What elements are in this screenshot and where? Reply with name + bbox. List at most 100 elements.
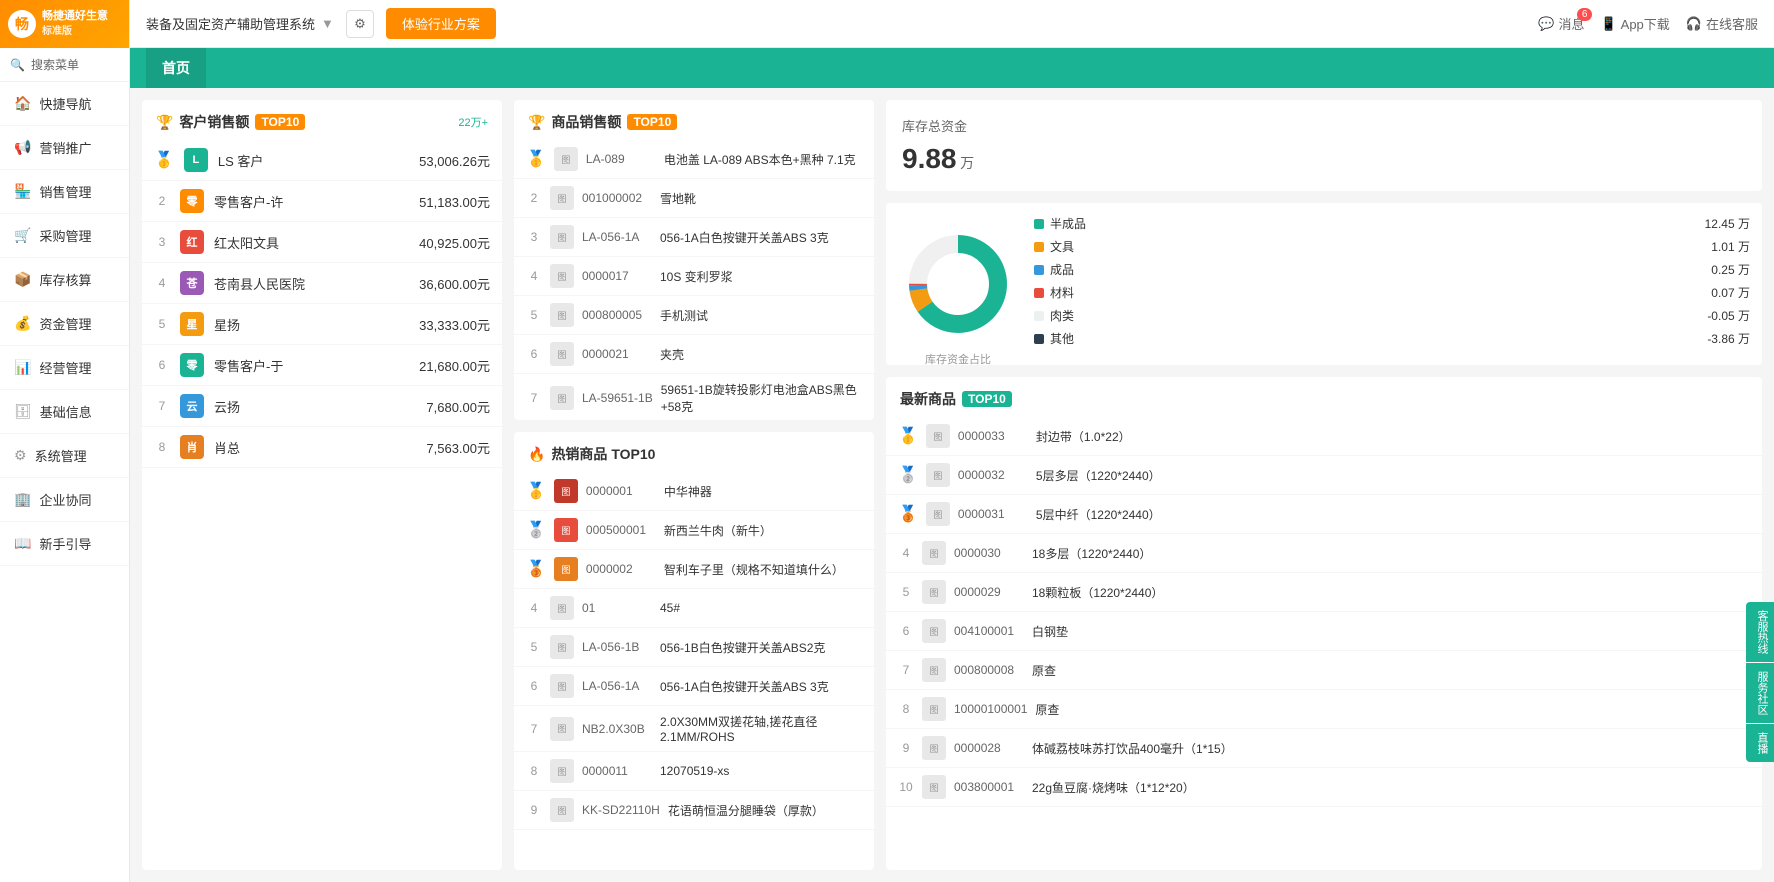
table-row[interactable]: 5 图 000800005 手机测试: [514, 296, 874, 335]
product-code: 000500001: [586, 523, 656, 537]
float-service-button[interactable]: 服务社区: [1746, 663, 1774, 723]
legend-dot: [1034, 219, 1044, 229]
sidebar-item-label: 基础信息: [40, 402, 92, 421]
table-row[interactable]: 2 零 零售客户-许 51,183.00元: [142, 181, 502, 222]
tab-home[interactable]: 首页: [146, 48, 206, 88]
list-item[interactable]: 6 图 004100001 白钢垫: [886, 612, 1762, 651]
sidebar-item-base[interactable]: 🗄基础信息: [0, 390, 129, 434]
float-service-button[interactable]: 直播: [1746, 724, 1774, 762]
list-item[interactable]: 7 图 000800008 原查: [886, 651, 1762, 690]
rank-number: 3: [526, 230, 542, 244]
rank-number: 8: [526, 764, 542, 778]
legend-value: 12.45 万: [1705, 215, 1750, 232]
message-badge-item[interactable]: 💬 消息 6: [1538, 14, 1584, 33]
sidebar-item-purchase[interactable]: 🛒采购管理: [0, 214, 129, 258]
product-code: 0000021: [582, 347, 652, 361]
search-menu[interactable]: 🔍 搜索菜单: [0, 48, 129, 82]
customer-sales-title: 🏆 客户销售额 TOP10 22万+: [142, 100, 502, 140]
list-item[interactable]: 6 图 LA-056-1A 056-1A白色按键开关盖ABS 3克: [514, 667, 874, 706]
table-row[interactable]: 4 图 0000017 10S 变利罗浆: [514, 257, 874, 296]
rank-number: 8: [154, 440, 170, 454]
rank-number: 5: [526, 640, 542, 654]
sidebar-item-operation[interactable]: 📊经营管理: [0, 346, 129, 390]
table-row[interactable]: 3 红 红太阳文具 40,925.00元: [142, 222, 502, 263]
sidebar-item-enterprise[interactable]: 🏢企业协同: [0, 478, 129, 522]
product-code: 001000002: [582, 191, 652, 205]
list-item[interactable]: 10 图 003800001 22g鱼豆腐·烧烤味（1*12*20）: [886, 768, 1762, 807]
sidebar-item-finance[interactable]: 💰资金管理: [0, 302, 129, 346]
trophy2-icon: 🏆: [528, 114, 545, 131]
avatar: 星: [180, 312, 204, 336]
settings-button[interactable]: ⚙: [346, 10, 374, 38]
sidebar-item-label: 快捷导航: [39, 94, 91, 113]
product-code: LA-056-1A: [582, 230, 652, 244]
sidebar-item-label: 库存核算: [39, 270, 91, 289]
sidebar-item-quick-nav[interactable]: 🏠快捷导航: [0, 82, 129, 126]
list-item[interactable]: 8 图 10000100001 原查: [886, 690, 1762, 729]
list-item[interactable]: 🥇 图 0000033 封边带（1.0*22）: [886, 417, 1762, 456]
table-row[interactable]: 2 图 001000002 雪地靴: [514, 179, 874, 218]
list-item[interactable]: 🥉 图 0000031 5层中纤（1220*2440）: [886, 495, 1762, 534]
legend-list: 半成品 12.45 万 文具 1.01 万 成品 0.25 万 材料 0.07 …: [1034, 215, 1750, 353]
table-row[interactable]: 8 肖 肖总 7,563.00元: [142, 427, 502, 468]
legend-item: 半成品 12.45 万: [1034, 215, 1750, 232]
product-code: 0000031: [958, 507, 1028, 521]
customer-sales-panel: 🏆 客户销售额 TOP10 22万+ 🥇 L LS 客户 53,006.26元 …: [142, 100, 502, 870]
inventory-title: 库存总资金: [902, 116, 1746, 135]
table-row[interactable]: 7 云 云扬 7,680.00元: [142, 386, 502, 427]
table-row[interactable]: 4 苍 苍南县人民医院 36,600.00元: [142, 263, 502, 304]
sidebar-item-guide[interactable]: 📖新手引导: [0, 522, 129, 566]
product-thumbnail: 图: [554, 147, 578, 171]
list-item[interactable]: 9 图 KK-SD22110H 花语萌恒温分腿睡袋（厚款）: [514, 791, 874, 830]
sales-icon: 🏪: [14, 183, 31, 200]
rank-number: 6: [526, 347, 542, 361]
list-item[interactable]: 🥉 图 0000002 智利车子里（规格不知道填什么）: [514, 550, 874, 589]
list-item[interactable]: 7 图 NB2.0X30B 2.0X30MM双搓花轴,搓花直径2.1MM/ROH…: [514, 706, 874, 752]
table-row[interactable]: 7 图 LA-59651-1B 59651-1B旋转投影灯电池盒ABS黑色+58…: [514, 374, 874, 420]
table-row[interactable]: 6 图 0000021 夹壳: [514, 335, 874, 374]
list-item[interactable]: 9 图 0000028 体碱荔枝味苏打饮品400毫升（1*15）: [886, 729, 1762, 768]
inventory-icon: 📦: [14, 271, 31, 288]
list-item[interactable]: 🥈 图 000500001 新西兰牛肉（新牛）: [514, 511, 874, 550]
table-row[interactable]: 🥇 图 LA-089 电池盖 LA-089 ABS本色+黑种 7.1克: [514, 140, 874, 179]
list-item[interactable]: 8 图 0000011 12070519-xs: [514, 752, 874, 791]
product-code: LA-089: [586, 152, 656, 166]
online-service-item[interactable]: 🎧 在线客服: [1686, 14, 1758, 33]
legend-value: -0.05 万: [1707, 307, 1750, 324]
app-download-item[interactable]: 📱 App下载: [1600, 14, 1669, 33]
avatar: 零: [180, 189, 204, 213]
product-thumbnail: 图: [922, 775, 946, 799]
table-row[interactable]: 6 零 零售客户-于 21,680.00元: [142, 345, 502, 386]
sidebar-nav: 🏠快捷导航📢营销推广🏪销售管理🛒采购管理 📦 库存核算 💰资金管理📊经营管理🗄基础信息…: [0, 82, 129, 566]
product-thumbnail: 图: [550, 798, 574, 822]
list-item[interactable]: 5 图 0000029 18颗粒板（1220*2440）: [886, 573, 1762, 612]
trial-button[interactable]: 体验行业方案: [386, 8, 496, 39]
medal-icon: 🥉: [898, 504, 918, 524]
sidebar-item-inventory[interactable]: 📦 库存核算: [0, 258, 129, 302]
table-row[interactable]: 5 星 星扬 33,333.00元: [142, 304, 502, 345]
rank-number: 4: [526, 269, 542, 283]
customer-amount: 7,680.00元: [426, 397, 490, 416]
product-thumbnail: 图: [554, 557, 578, 581]
sidebar-item-system[interactable]: ⚙系统管理: [0, 434, 129, 478]
list-item[interactable]: 🥈 图 0000032 5层多层（1220*2440）: [886, 456, 1762, 495]
product-thumbnail: 图: [550, 225, 574, 249]
product-code: 003800001: [954, 780, 1024, 794]
legend-label: 肉类: [1050, 307, 1701, 324]
float-service-button[interactable]: 客服热线: [1746, 602, 1774, 662]
product-thumbnail: 图: [550, 386, 574, 410]
rank-number: 6: [526, 679, 542, 693]
inventory-amount: 9.88 万: [902, 143, 1746, 175]
sidebar-item-sales[interactable]: 🏪销售管理: [0, 170, 129, 214]
product-code: 0000017: [582, 269, 652, 283]
list-item[interactable]: 4 图 01 45#: [514, 589, 874, 628]
list-item[interactable]: 🥇 图 0000001 中华神器: [514, 472, 874, 511]
table-row[interactable]: 🥇 L LS 客户 53,006.26元: [142, 140, 502, 181]
rank-number: 4: [526, 601, 542, 615]
sidebar-item-marketing[interactable]: 📢营销推广: [0, 126, 129, 170]
list-item[interactable]: 4 图 0000030 18多层（1220*2440）: [886, 534, 1762, 573]
list-item[interactable]: 5 图 LA-056-1B 056-1B白色按键开关盖ABS2克: [514, 628, 874, 667]
product-code: LA-056-1A: [582, 679, 652, 693]
table-row[interactable]: 3 图 LA-056-1A 056-1A白色按键开关盖ABS 3克: [514, 218, 874, 257]
product-name: 056-1A白色按键开关盖ABS 3克: [660, 678, 862, 695]
